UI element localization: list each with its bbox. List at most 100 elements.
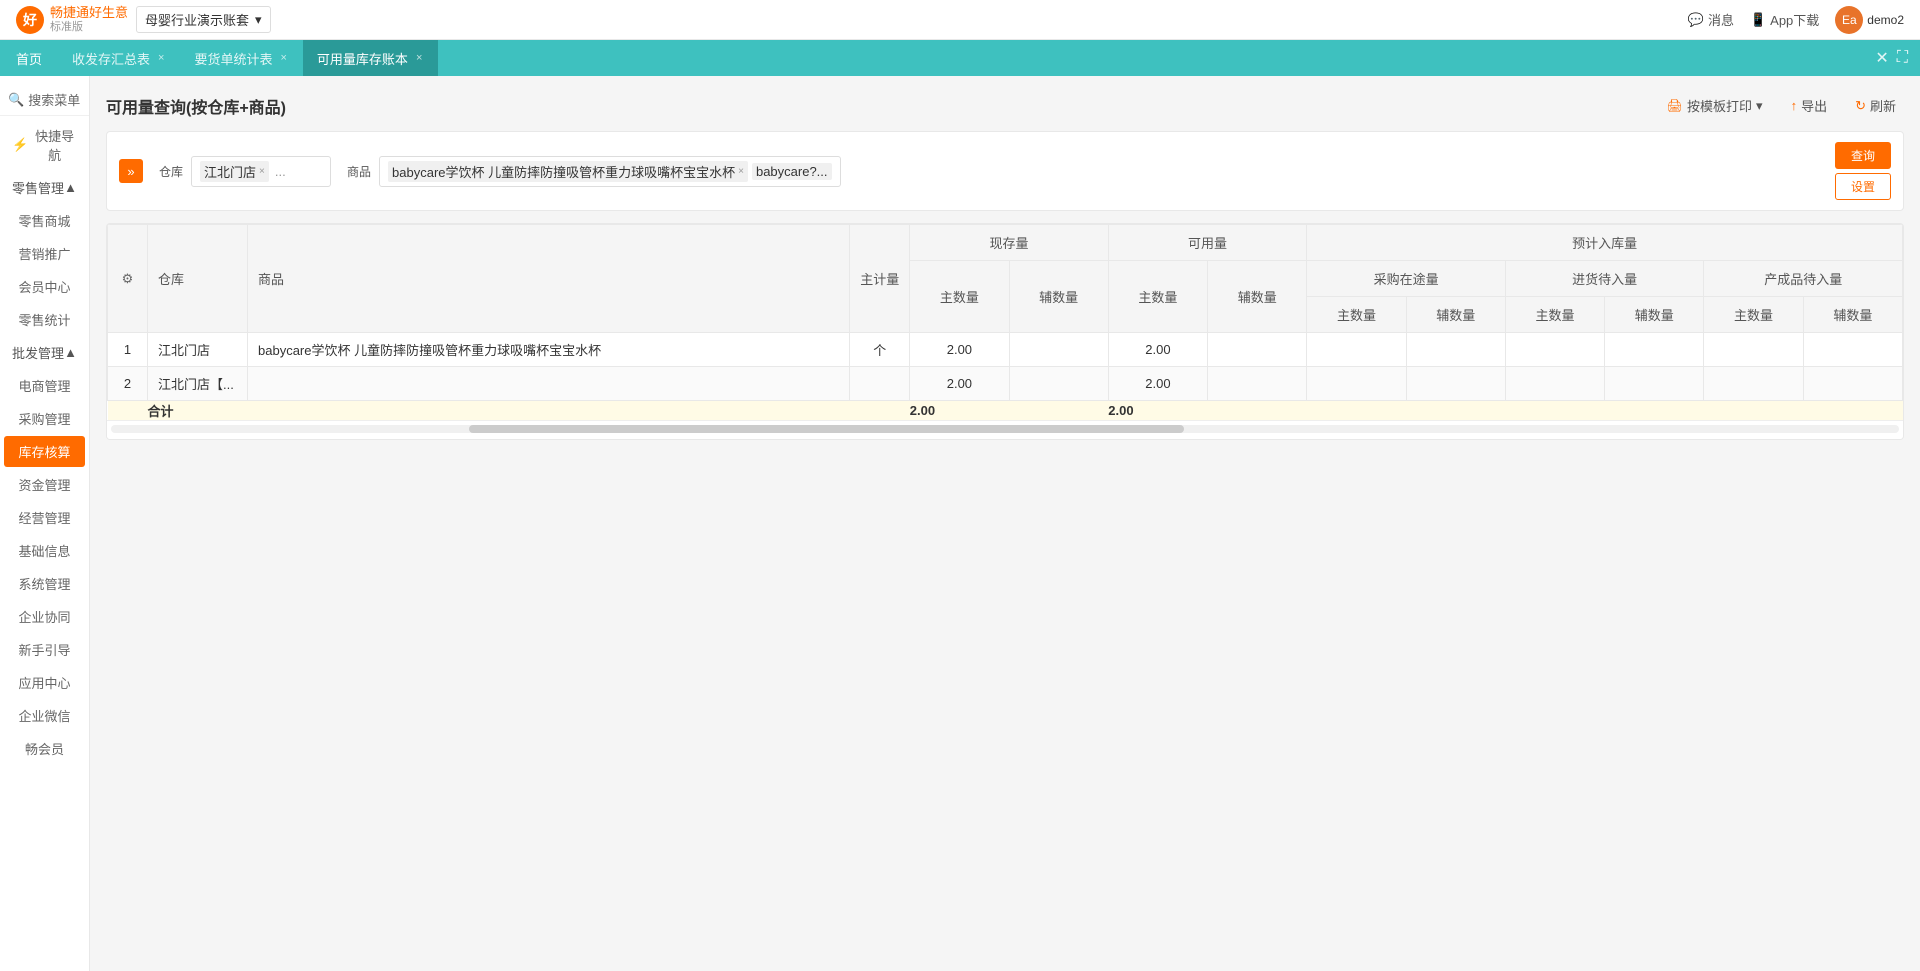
fullscreen-icon[interactable]: ⛶ — [1897, 49, 1908, 67]
message-btn[interactable]: 💬 消息 — [1688, 10, 1734, 29]
th-avail-aux: 辅数量 — [1208, 261, 1307, 333]
sidebar-item-new-guide[interactable]: 新手引导 — [4, 634, 85, 665]
th-purchase-main: 主数量 — [1307, 297, 1406, 333]
cell-warehouse: 江北门店【... — [148, 367, 248, 401]
print-chevron-icon: ▾ — [1756, 98, 1763, 114]
avatar: Ea — [1835, 6, 1863, 34]
table-container: ⚙ 仓库 商品 主计量 现存量 可用量 预计入库量 主数量 辅数量 主数量 辅数… — [106, 223, 1904, 440]
sidebar-item-retail-mgmt[interactable]: 零售管理 ▲ — [4, 172, 85, 203]
sidebar-item-member-center[interactable]: 会员中心 — [4, 271, 85, 302]
app-download-btn[interactable]: 📱 App下载 — [1750, 10, 1819, 29]
scrollbar-thumb — [469, 425, 1184, 433]
warehouse-tag-remove[interactable]: × — [259, 166, 265, 177]
th-incoming-aux: 辅数量 — [1605, 297, 1704, 333]
th-production: 产成品待入量 — [1704, 261, 1903, 297]
user-area[interactable]: Ea demo2 — [1835, 6, 1904, 34]
cell-avail-aux — [1208, 367, 1307, 401]
product-tag-2: babycare?... — [752, 163, 832, 180]
th-warehouse: 仓库 — [148, 225, 248, 333]
cell-num: 2 — [108, 367, 148, 401]
th-avail-main: 主数量 — [1108, 261, 1207, 333]
warehouse-label: 仓库 — [159, 163, 183, 180]
sidebar-item-chang-member[interactable]: 畅会员 — [4, 733, 85, 764]
th-current-main: 主数量 — [910, 261, 1009, 333]
warehouse-ellipsis[interactable]: ... — [275, 164, 286, 179]
warehouse-input[interactable]: 江北门店 × ... — [191, 156, 331, 187]
filter-expand-btn[interactable]: » — [119, 159, 143, 183]
th-incoming-main: 主数量 — [1505, 297, 1604, 333]
cell-incoming-main — [1505, 333, 1604, 367]
sidebar-item-marketing[interactable]: 营销推广 — [4, 238, 85, 269]
tab-bar: 首页 收发存汇总表 × 要货单统计表 × 可用量库存账本 × ✕ ⛶ — [0, 40, 1920, 76]
sidebar-item-app-center[interactable]: 应用中心 — [4, 667, 85, 698]
industry-selector[interactable]: 母婴行业演示账套 ▾ — [136, 6, 271, 33]
gear-icon[interactable]: ⚙ — [122, 271, 134, 286]
tab-bar-right: ✕ ⛶ — [1875, 48, 1920, 68]
footer-label: 合计 — [148, 401, 248, 421]
user-name: demo2 — [1867, 13, 1904, 27]
th-gear[interactable]: ⚙ — [108, 225, 148, 333]
filter-actions: 查询 设置 — [1835, 142, 1891, 200]
sidebar-item-enterprise-wechat[interactable]: 企业微信 — [4, 700, 85, 731]
tab-close-available-stock[interactable]: × — [414, 51, 424, 65]
product-tag1-remove[interactable]: × — [738, 166, 744, 177]
download-icon: 📱 — [1750, 12, 1766, 28]
cell-unit — [850, 367, 910, 401]
th-forecast: 预计入库量 — [1307, 225, 1903, 261]
logo-area: 好 畅捷通好生意 标准版 — [16, 5, 128, 34]
cell-avail-aux — [1208, 333, 1307, 367]
sidebar-item-ecommerce[interactable]: 电商管理 — [4, 370, 85, 401]
sidebar-item-purchase[interactable]: 采购管理 — [4, 403, 85, 434]
cell-purchase-aux — [1406, 367, 1505, 401]
sidebar-item-wholesale-mgmt[interactable]: 批发管理 ▲ — [4, 337, 85, 368]
sidebar-item-system[interactable]: 系统管理 — [4, 568, 85, 599]
cell-prod-aux — [1803, 333, 1902, 367]
product-input[interactable]: babycare学饮杯 儿童防摔防撞吸管杯重力球吸嘴杯宝宝水杯 × babyca… — [379, 156, 840, 187]
sidebar-item-quick-nav[interactable]: ⚡ 快捷导航 — [4, 120, 85, 170]
product-filter-group: 商品 babycare学饮杯 儿童防摔防撞吸管杯重力球吸嘴杯宝宝水杯 × bab… — [347, 156, 841, 187]
settings-button[interactable]: 设置 — [1835, 173, 1891, 200]
th-current-aux: 辅数量 — [1009, 261, 1108, 333]
chevron-down-icon: ▾ — [255, 12, 262, 28]
cell-purchase-aux — [1406, 333, 1505, 367]
cell-current-main: 2.00 — [910, 333, 1009, 367]
template-tag: 标准版 — [50, 21, 128, 34]
sidebar-search[interactable]: 🔍 搜索菜单 — [0, 84, 89, 116]
nav-icon: ⚡ — [12, 137, 28, 153]
sidebar-item-operations[interactable]: 经营管理 — [4, 502, 85, 533]
product-label: 商品 — [347, 163, 371, 180]
refresh-btn[interactable]: ↻ 刷新 — [1847, 92, 1904, 119]
sidebar-item-basic-info[interactable]: 基础信息 — [4, 535, 85, 566]
cell-product: babycare学饮杯 儿童防摔防撞吸管杯重力球吸嘴杯宝宝水杯 — [248, 333, 850, 367]
print-icon: 🖨 — [1667, 98, 1684, 114]
sidebar-item-retail-mall[interactable]: 零售商城 — [4, 205, 85, 236]
filter-bar: » 仓库 江北门店 × ... 商品 babycare学饮杯 儿童防摔防撞吸管杯… — [106, 131, 1904, 211]
table-footer-row: 合计 2.00 2.00 — [108, 401, 1903, 421]
close-window-icon[interactable]: ✕ — [1875, 48, 1888, 68]
cell-incoming-aux — [1605, 333, 1704, 367]
tab-home[interactable]: 首页 — [0, 40, 58, 76]
tab-item-available-stock[interactable]: 可用量库存账本 × — [303, 40, 438, 76]
cell-prod-main — [1704, 333, 1803, 367]
sidebar-item-retail-stats[interactable]: 零售统计 — [4, 304, 85, 335]
search-icon: 🔍 — [8, 92, 24, 108]
sidebar-item-finance[interactable]: 资金管理 — [4, 469, 85, 500]
th-prod-main: 主数量 — [1704, 297, 1803, 333]
top-bar-right: 💬 消息 📱 App下载 Ea demo2 — [1688, 6, 1904, 34]
tab-item-order-stats[interactable]: 要货单统计表 × — [180, 40, 302, 76]
th-prod-aux: 辅数量 — [1803, 297, 1902, 333]
tab-item-receive-summary[interactable]: 收发存汇总表 × — [58, 40, 180, 76]
sidebar-item-enterprise-collab[interactable]: 企业协同 — [4, 601, 85, 632]
export-btn[interactable]: ↑ 导出 — [1783, 92, 1836, 119]
print-btn[interactable]: 🖨 按模板打印 ▾ — [1659, 92, 1771, 119]
sidebar-item-inventory[interactable]: 库存核算 — [4, 436, 85, 467]
tab-close-order-stats[interactable]: × — [278, 51, 288, 65]
footer-avail-main: 2.00 — [1108, 401, 1207, 421]
page-actions: 🖨 按模板打印 ▾ ↑ 导出 ↻ 刷新 — [1659, 92, 1905, 119]
page-content: 可用量查询(按仓库+商品) 🖨 按模板打印 ▾ ↑ 导出 ↻ 刷新 — [90, 76, 1920, 971]
logo-icon: 好 — [16, 6, 44, 34]
data-table: ⚙ 仓库 商品 主计量 现存量 可用量 预计入库量 主数量 辅数量 主数量 辅数… — [107, 224, 1903, 420]
query-button[interactable]: 查询 — [1835, 142, 1891, 169]
tab-close-receive-summary[interactable]: × — [156, 51, 166, 65]
horizontal-scrollbar[interactable] — [111, 425, 1899, 433]
